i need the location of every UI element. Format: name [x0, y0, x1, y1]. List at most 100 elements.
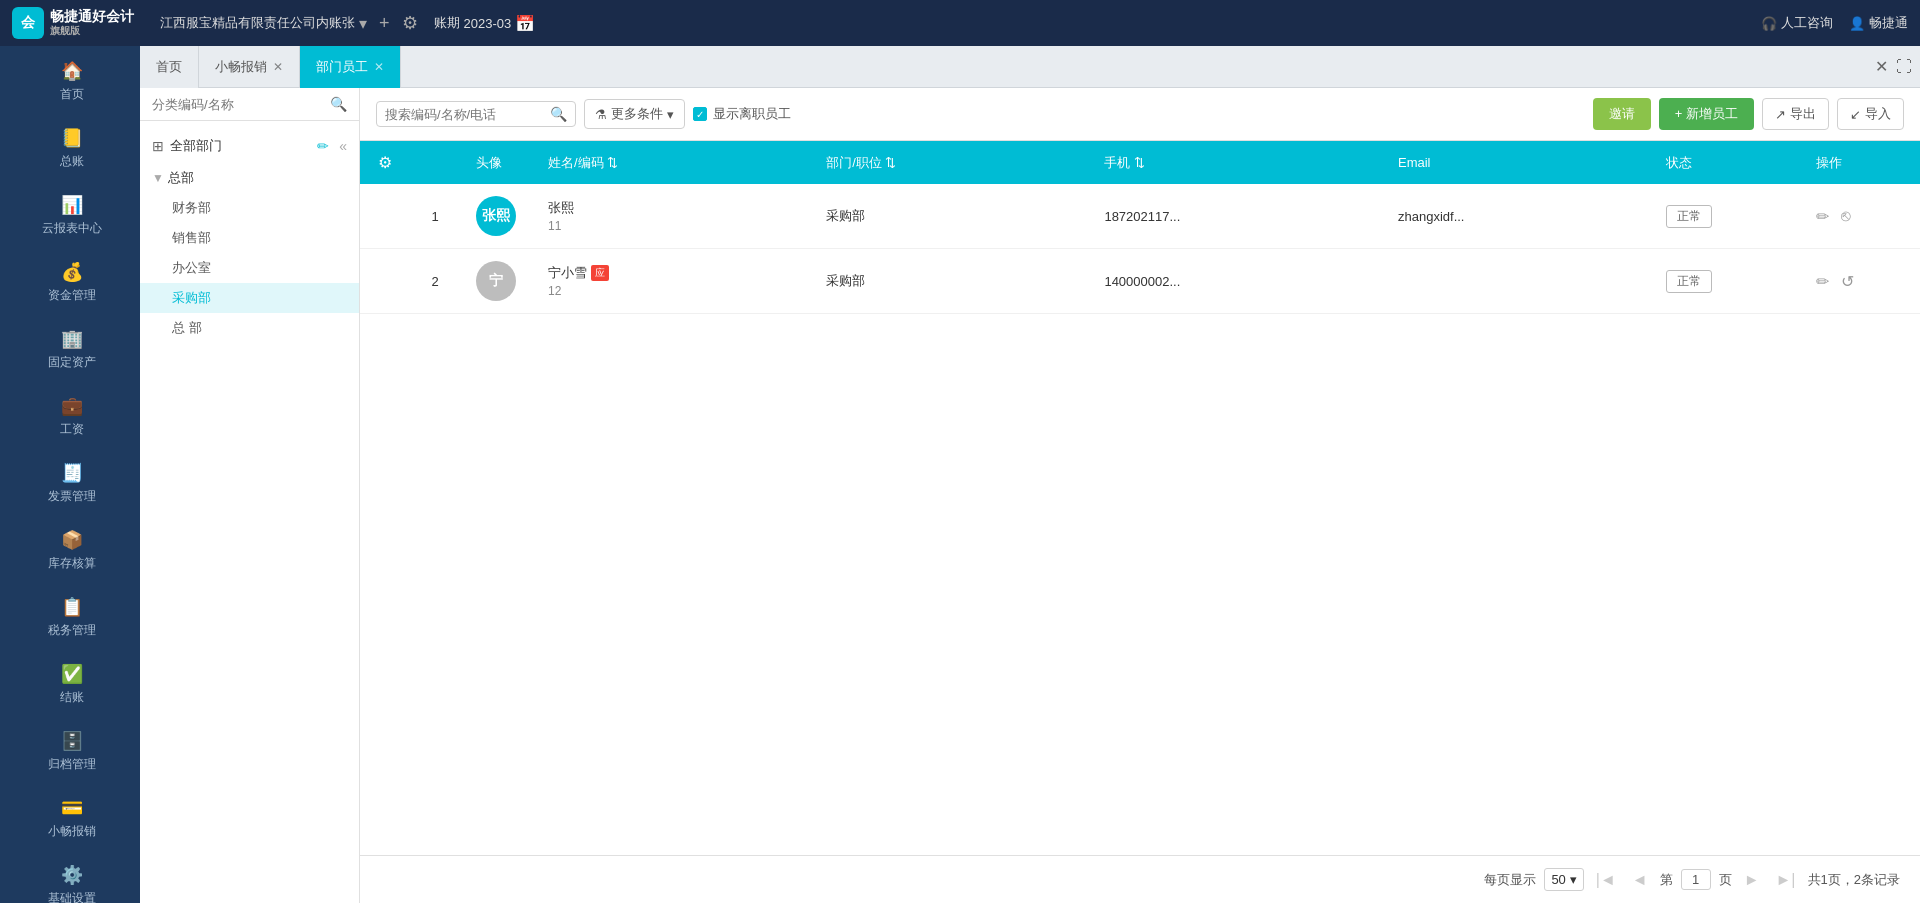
calendar-icon[interactable]: 📅	[515, 14, 535, 33]
expand-icon[interactable]: ⛶	[1896, 58, 1912, 76]
user-menu[interactable]: 👤 畅捷通	[1849, 14, 1908, 32]
pagination: 每页显示 50 ▾ |◄ ◄ 第 1 页 ► ►| 共1页，2条记录	[360, 855, 1920, 903]
dept-col-header[interactable]: 部门/职位 ⇅	[810, 141, 1088, 184]
avatar-col-header: 头像	[460, 141, 532, 184]
employee-tag: 应	[591, 265, 609, 281]
status-col-label: 状态	[1666, 155, 1692, 170]
settings-icon[interactable]: ⚙	[402, 12, 418, 34]
dept-child-finance[interactable]: 财务部	[140, 193, 359, 223]
company-dropdown-icon[interactable]: ▾	[359, 14, 367, 33]
all-dept-item[interactable]: ⊞ 全部部门 ✏ «	[140, 129, 359, 163]
sidebar-item-home[interactable]: 🏠 首页	[0, 46, 140, 113]
logo-text: 畅捷通好会计	[50, 8, 134, 25]
tab-expense[interactable]: 小畅报销 ✕	[199, 46, 300, 88]
sidebar-item-reports[interactable]: 📊 云报表中心	[0, 180, 140, 247]
sidebar-item-inventory[interactable]: 📦 库存核算	[0, 515, 140, 582]
dept-col-label: 部门/职位	[826, 155, 882, 170]
period-value: 2023-03	[464, 16, 512, 31]
employee-search-input[interactable]	[385, 107, 544, 122]
sidebar-label-close: 结账	[60, 689, 84, 706]
sidebar-item-funds[interactable]: 💰 资金管理	[0, 247, 140, 314]
last-page-button[interactable]: ►|	[1772, 869, 1800, 891]
sidebar-item-assets[interactable]: 🏢 固定资产	[0, 314, 140, 381]
tax-icon: 📋	[61, 596, 83, 618]
employee-search-icon[interactable]: 🔍	[550, 106, 567, 122]
employee-search-box: 🔍	[376, 101, 576, 127]
show-resign-toggle[interactable]: 显示离职员工	[693, 105, 791, 123]
avatar: 张熙	[476, 196, 516, 236]
phone-sort-icon: ⇅	[1134, 155, 1145, 170]
arrow-down-icon: ▼	[152, 171, 164, 185]
employee-name: 张熙	[548, 199, 794, 217]
settings-col-header[interactable]: ⚙	[360, 141, 410, 184]
filter-button[interactable]: ⚗ 更多条件 ▾	[584, 99, 685, 129]
row-phone-cell: 187202117...	[1088, 184, 1382, 249]
dept-child-purchase[interactable]: 采购部	[140, 283, 359, 313]
row-index-cell: 2	[410, 249, 460, 314]
status-col-header: 状态	[1650, 141, 1800, 184]
page-size-select[interactable]: 50 ▾	[1544, 868, 1583, 891]
logout-icon[interactable]: ⎋	[1841, 207, 1851, 225]
resign-checkbox[interactable]	[693, 107, 707, 121]
dept-child-sales[interactable]: 销售部	[140, 223, 359, 253]
sidebar-label-home: 首页	[60, 86, 84, 103]
company-name: 江西服宝精品有限责任公司内账张	[160, 14, 355, 32]
row-status-cell: 正常	[1650, 249, 1800, 314]
dept-child-office[interactable]: 办公室	[140, 253, 359, 283]
invite-button[interactable]: 邀请	[1593, 98, 1651, 130]
edit-icon[interactable]: ✏	[1816, 207, 1829, 226]
expense-tab-close[interactable]: ✕	[273, 60, 283, 74]
employee-panel: 🔍 ⚗ 更多条件 ▾ 显示离职员工 邀请 + 新增员工	[360, 88, 1920, 903]
main-layout: 🏠 首页 📒 总账 📊 云报表中心 💰 资金管理 🏢 固定资产 💼 工资 🧾 发…	[0, 46, 1920, 903]
dept-tab-close[interactable]: ✕	[374, 60, 384, 74]
action-col-label: 操作	[1816, 155, 1842, 170]
expense-icon: 💳	[61, 797, 83, 819]
first-page-button[interactable]: |◄	[1592, 869, 1620, 891]
collapse-dept-icon[interactable]: «	[339, 138, 347, 154]
col-settings-icon[interactable]: ⚙	[378, 154, 392, 171]
dept-group-header-hq[interactable]: ▼ 总部	[140, 163, 359, 193]
dept-child-general[interactable]: 总 部	[140, 313, 359, 343]
dept-search-icon[interactable]: 🔍	[330, 96, 347, 112]
sidebar-label-expense: 小畅报销	[48, 823, 96, 840]
name-cell: 张熙 11	[548, 199, 794, 233]
name-col-header[interactable]: 姓名/编码 ⇅	[532, 141, 810, 184]
tab-home[interactable]: 首页	[140, 46, 199, 88]
sidebar-label-tax: 税务管理	[48, 622, 96, 639]
add-account-icon[interactable]: +	[379, 13, 390, 34]
sidebar-item-expense[interactable]: 💳 小畅报销	[0, 783, 140, 850]
export-button[interactable]: ↗ 导出	[1762, 98, 1829, 130]
import-button[interactable]: ↙ 导入	[1837, 98, 1904, 130]
service-button[interactable]: 🎧 人工咨询	[1761, 14, 1833, 32]
sidebar-item-salary[interactable]: 💼 工资	[0, 381, 140, 448]
sidebar-item-settings[interactable]: ⚙️ 基础设置	[0, 850, 140, 903]
sidebar-item-archive[interactable]: 🗄️ 归档管理	[0, 716, 140, 783]
employee-name: 宁小雪 应	[548, 264, 794, 282]
sidebar-label-invoice: 发票管理	[48, 488, 96, 505]
current-page-input[interactable]: 1	[1681, 869, 1711, 890]
refresh-icon[interactable]: ↺	[1841, 272, 1854, 291]
index-col-header	[410, 141, 460, 184]
avatar-icon: 👤	[1849, 16, 1865, 31]
row-index-cell: 1	[410, 184, 460, 249]
sidebar-item-close[interactable]: ✅ 结账	[0, 649, 140, 716]
assets-icon: 🏢	[61, 328, 83, 350]
sidebar: 🏠 首页 📒 总账 📊 云报表中心 💰 资金管理 🏢 固定资产 💼 工资 🧾 发…	[0, 46, 140, 903]
add-employee-button[interactable]: + 新增员工	[1659, 98, 1754, 130]
next-page-button[interactable]: ►	[1740, 869, 1764, 891]
sidebar-item-invoice[interactable]: 🧾 发票管理	[0, 448, 140, 515]
edit-dept-icon[interactable]: ✏	[317, 138, 329, 154]
phone-col-header[interactable]: 手机 ⇅	[1088, 141, 1382, 184]
prev-page-button[interactable]: ◄	[1628, 869, 1652, 891]
close-window-icon[interactable]: ✕	[1875, 57, 1888, 76]
import-label: 导入	[1865, 105, 1891, 123]
export-label: 导出	[1790, 105, 1816, 123]
edit-icon[interactable]: ✏	[1816, 272, 1829, 291]
reports-icon: 📊	[61, 194, 83, 216]
page-suffix: 页	[1719, 871, 1732, 889]
dept-search-input[interactable]	[152, 97, 330, 112]
tab-dept[interactable]: 部门员工 ✕	[300, 46, 401, 88]
topbar-right: 🎧 人工咨询 👤 畅捷通	[1761, 14, 1908, 32]
sidebar-item-tax[interactable]: 📋 税务管理	[0, 582, 140, 649]
sidebar-item-ledger[interactable]: 📒 总账	[0, 113, 140, 180]
